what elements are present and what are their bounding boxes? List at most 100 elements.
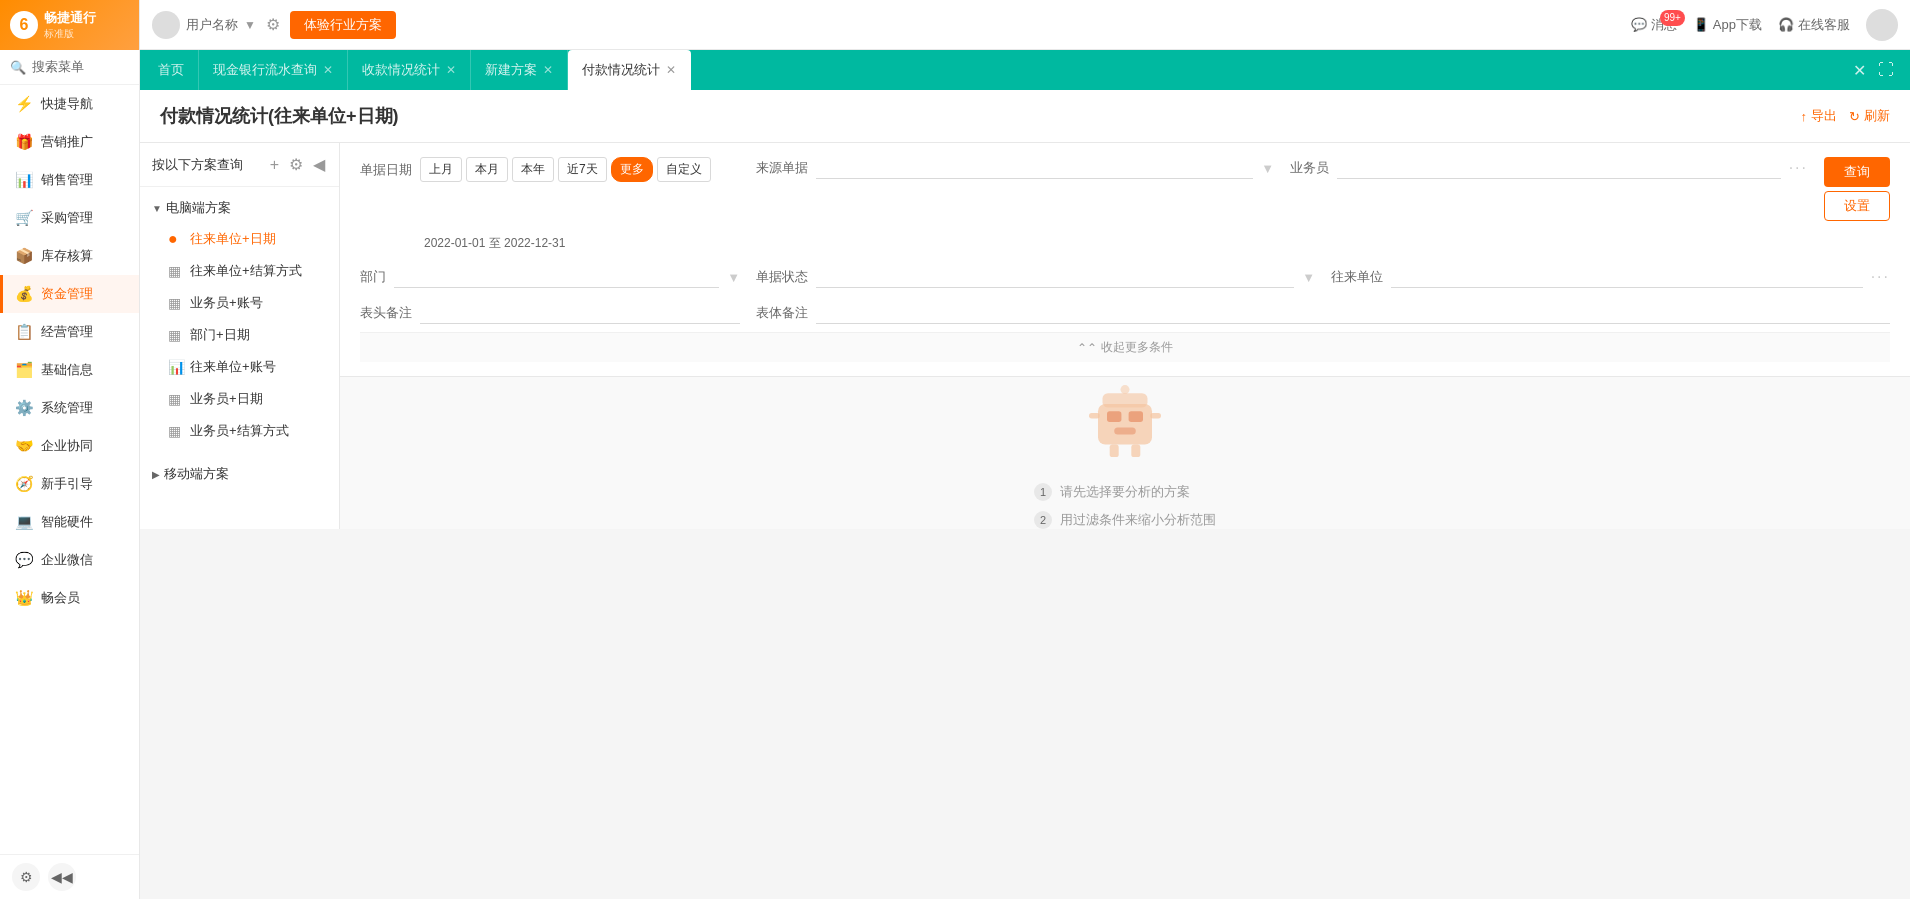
- scheme-item-salesman-settlement[interactable]: ▦ 业务员+结算方式: [140, 415, 339, 447]
- guide-icon: 🧭: [15, 475, 33, 493]
- empty-state: 1 请先选择要分析的方案 2 用过滤条件来缩小分析范围: [1034, 377, 1216, 529]
- source-input[interactable]: [816, 157, 1253, 178]
- date-custom-btn[interactable]: 自定义: [657, 157, 711, 182]
- docstatus-label: 单据状态: [756, 268, 808, 286]
- sidebar-item-basic[interactable]: 🗂️ 基础信息: [0, 351, 139, 389]
- date-range-text: 2022-01-01 至 2022-12-31: [424, 236, 565, 250]
- app-icon: 📱: [1693, 17, 1709, 32]
- tab-home[interactable]: 首页: [144, 50, 199, 90]
- service-icon: 🎧: [1778, 17, 1794, 32]
- tab-expand-icon[interactable]: ⛶: [1874, 57, 1898, 83]
- date-this-year-btn[interactable]: 本年: [512, 157, 554, 182]
- filter-settings-btn[interactable]: 设置: [1824, 191, 1890, 221]
- header-note-input[interactable]: [420, 302, 680, 323]
- svg-rect-4: [1089, 413, 1100, 418]
- date-this-month-btn[interactable]: 本月: [466, 157, 508, 182]
- counterpart-dots-icon[interactable]: ···: [1871, 268, 1890, 286]
- wechat-icon: 💬: [15, 551, 33, 569]
- docstatus-input[interactable]: [816, 266, 1294, 287]
- salesman-dots-icon[interactable]: ···: [1789, 159, 1808, 177]
- message-icon: 💬: [1631, 17, 1647, 32]
- empty-tips: 1 请先选择要分析的方案 2 用过滤条件来缩小分析范围: [1034, 483, 1216, 529]
- scheme-settings-btn[interactable]: ⚙: [287, 153, 305, 176]
- topbar-messages[interactable]: 💬 消息 99+: [1631, 16, 1677, 34]
- dept-dropdown-icon[interactable]: ▼: [727, 270, 740, 285]
- body-note-input[interactable]: [816, 302, 1890, 323]
- sidebar-item-company[interactable]: 🤝 企业协同: [0, 427, 139, 465]
- system-icon: ⚙️: [15, 399, 33, 417]
- tab-cashflow[interactable]: 现金银行流水查询 ✕: [199, 50, 348, 90]
- scheme-collapse-btn[interactable]: ◀: [311, 153, 327, 176]
- mobile-arrow-icon: ▶: [152, 469, 160, 480]
- sidebar-collapse-btn[interactable]: ◀◀: [48, 863, 76, 891]
- sidebar-item-shortcut[interactable]: ⚡ 快捷导航: [0, 85, 139, 123]
- tab-new-scheme[interactable]: 新建方案 ✕: [471, 50, 568, 90]
- tab-receipt[interactable]: 收款情况统计 ✕: [348, 50, 471, 90]
- scheme-group-mobile-header[interactable]: ▶ 移动端方案: [140, 459, 339, 489]
- scheme-item-dept-date[interactable]: ▦ 部门+日期: [140, 319, 339, 351]
- refresh-btn[interactable]: ↻ 刷新: [1849, 107, 1890, 125]
- filter-content-area: 按以下方案查询 + ⚙ ◀ ▼ 电脑端方案 ● 往来单位+日期 ▦: [140, 143, 1910, 529]
- export-btn[interactable]: ↑ 导出: [1801, 107, 1838, 125]
- sidebar-item-member[interactable]: 👑 畅会员: [0, 579, 139, 617]
- sidebar-item-label: 库存核算: [41, 247, 93, 265]
- scheme-add-btn[interactable]: +: [268, 154, 281, 176]
- scheme-item-label-unit-settlement: 往来单位+结算方式: [190, 262, 302, 280]
- filter-dept-group: 部门 ▼: [360, 266, 740, 288]
- marketing-icon: 🎁: [15, 133, 33, 151]
- query-btn[interactable]: 查询: [1824, 157, 1890, 187]
- svg-rect-0: [1098, 404, 1152, 445]
- sidebar-item-system[interactable]: ⚙️ 系统管理: [0, 389, 139, 427]
- tab-new-scheme-close[interactable]: ✕: [543, 63, 553, 77]
- date-last-month-btn[interactable]: 上月: [420, 157, 462, 182]
- scheme-item-icon-unit-settlement: ▦: [168, 263, 184, 279]
- hardware-icon: 💻: [15, 513, 33, 531]
- sidebar-settings-btn[interactable]: ⚙: [12, 863, 40, 891]
- operation-icon: 📋: [15, 323, 33, 341]
- sidebar-item-wechat[interactable]: 💬 企业微信: [0, 541, 139, 579]
- scheme-item-salesman-account[interactable]: ▦ 业务员+账号: [140, 287, 339, 319]
- desktop-arrow-icon: ▼: [152, 203, 162, 214]
- tab-payment[interactable]: 付款情况统计 ✕: [568, 50, 691, 90]
- sidebar-item-marketing[interactable]: 🎁 营销推广: [0, 123, 139, 161]
- sidebar-search[interactable]: 🔍 搜索菜单: [0, 50, 139, 85]
- sidebar-item-inventory[interactable]: 📦 库存核算: [0, 237, 139, 275]
- scheme-item-unit-account[interactable]: 📊 往来单位+账号: [140, 351, 339, 383]
- sidebar-item-label: 系统管理: [41, 399, 93, 417]
- inventory-icon: 📦: [15, 247, 33, 265]
- date-7days-btn[interactable]: 近7天: [558, 157, 607, 182]
- counterpart-input-wrapper: [1391, 266, 1863, 288]
- topbar-online-service[interactable]: 🎧 在线客服: [1778, 16, 1850, 34]
- scheme-item-salesman-date[interactable]: ▦ 业务员+日期: [140, 383, 339, 415]
- tab-cashflow-close[interactable]: ✕: [323, 63, 333, 77]
- scheme-item-icon-salesman-date: ▦: [168, 391, 184, 407]
- scheme-item-unit-date[interactable]: ● 往来单位+日期: [140, 223, 339, 255]
- docstatus-dropdown-icon[interactable]: ▼: [1302, 270, 1315, 285]
- topbar-settings-icon[interactable]: ⚙: [266, 15, 280, 34]
- topbar: 用户名称 ▼ ⚙ 体验行业方案 💬 消息 99+ 📱 App下载 🎧 在线客服: [140, 0, 1910, 50]
- filter-row-2: 部门 ▼ 单据状态 ▼: [360, 266, 1890, 288]
- sidebar-item-label: 营销推广: [41, 133, 93, 151]
- salesman-input[interactable]: [1337, 157, 1781, 178]
- dept-input[interactable]: [394, 266, 654, 287]
- scheme-item-unit-settlement[interactable]: ▦ 往来单位+结算方式: [140, 255, 339, 287]
- user-dropdown-icon[interactable]: ▼: [244, 18, 256, 32]
- scheme-group-desktop-header[interactable]: ▼ 电脑端方案: [140, 193, 339, 223]
- tab-close-all-icon[interactable]: ✕: [1849, 57, 1870, 84]
- sidebar-item-hardware[interactable]: 💻 智能硬件: [0, 503, 139, 541]
- counterpart-input[interactable]: [1391, 266, 1863, 287]
- source-dropdown-icon[interactable]: ▼: [1261, 161, 1274, 176]
- sidebar-item-operation[interactable]: 📋 经营管理: [0, 313, 139, 351]
- topbar-user-avatar-right[interactable]: [1866, 9, 1898, 41]
- sidebar-item-sales[interactable]: 📊 销售管理: [0, 161, 139, 199]
- collapse-btn[interactable]: ⌃⌃ 收起更多条件: [360, 332, 1890, 362]
- topbar-app-download[interactable]: 📱 App下载: [1693, 16, 1762, 34]
- sidebar-item-purchase[interactable]: 🛒 采购管理: [0, 199, 139, 237]
- scheme-item-icon-unit-account: 📊: [168, 359, 184, 375]
- tab-payment-close[interactable]: ✕: [666, 63, 676, 77]
- sidebar-item-guide[interactable]: 🧭 新手引导: [0, 465, 139, 503]
- sidebar-item-finance[interactable]: 💰 资金管理: [0, 275, 139, 313]
- date-more-btn[interactable]: 更多: [611, 157, 653, 182]
- tab-receipt-close[interactable]: ✕: [446, 63, 456, 77]
- trial-btn[interactable]: 体验行业方案: [290, 11, 396, 39]
